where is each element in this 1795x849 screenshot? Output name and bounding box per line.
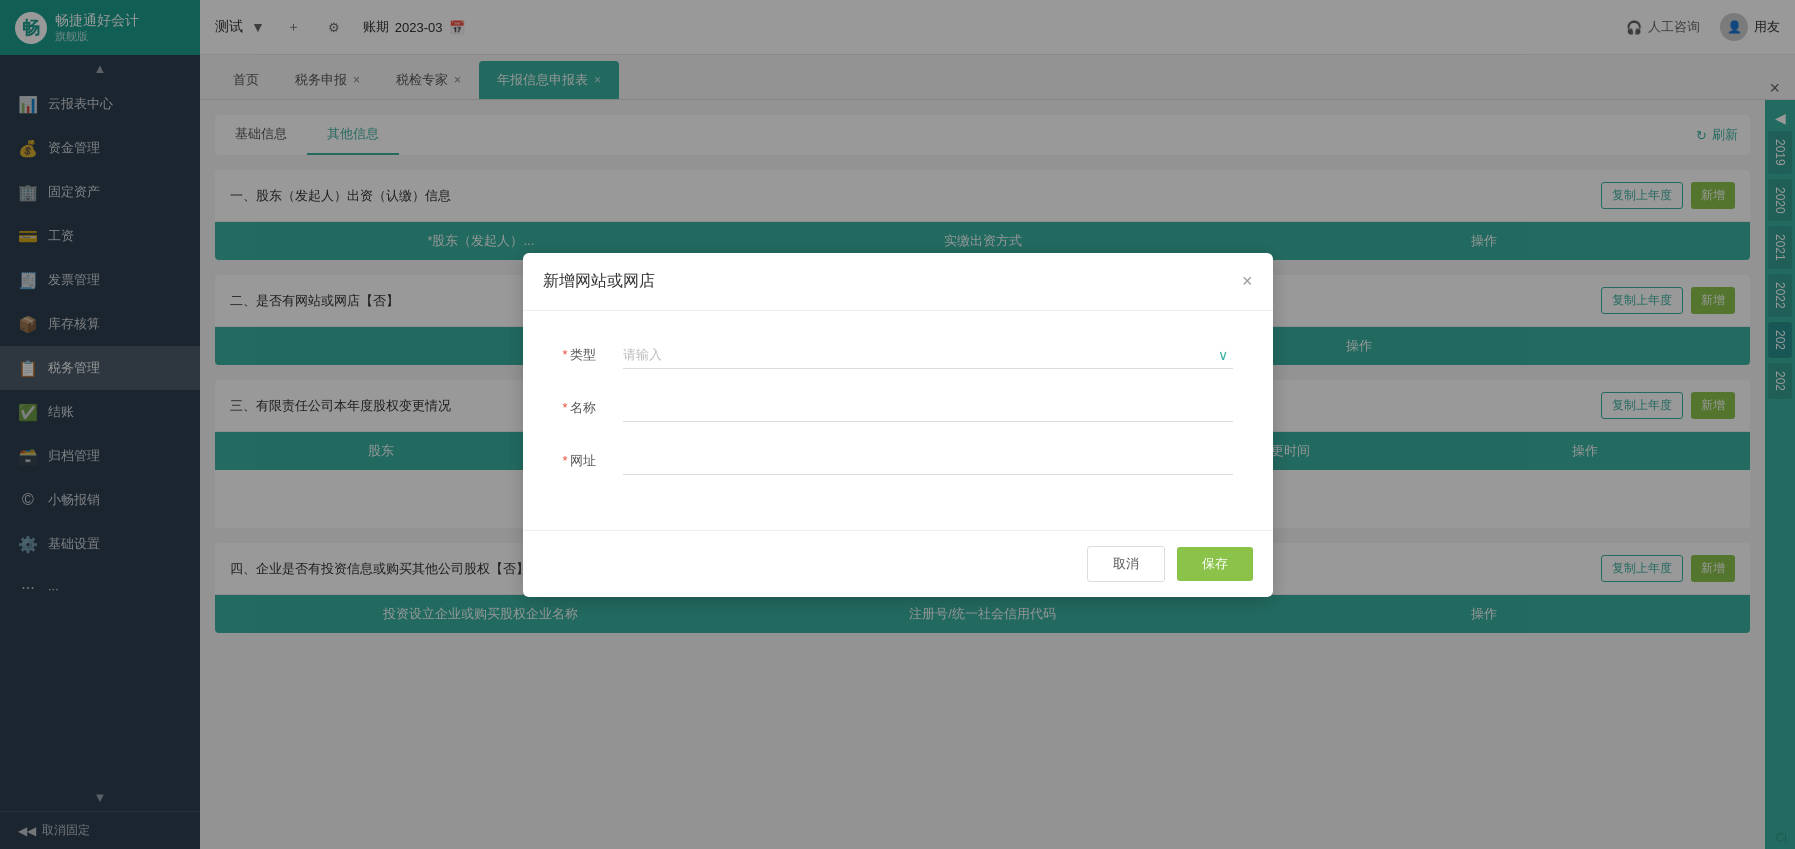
type-dropdown-icon[interactable]: ∨ (1218, 347, 1228, 363)
dialog-body: *类型 ∨ *名称 *网址 (523, 311, 1273, 530)
type-input[interactable] (623, 341, 1233, 369)
label-url: *网址 (563, 452, 623, 470)
label-type: *类型 (563, 346, 623, 364)
input-wrap-url (623, 447, 1233, 475)
dialog-title: 新增网站或网店 (543, 271, 655, 292)
dialog-close-button[interactable]: × (1242, 271, 1253, 292)
save-button[interactable]: 保存 (1177, 547, 1253, 581)
dialog-header: 新增网站或网店 × (523, 253, 1273, 311)
add-website-dialog: 新增网站或网店 × *类型 ∨ *名称 (523, 253, 1273, 597)
cancel-button[interactable]: 取消 (1087, 546, 1165, 582)
field-url: *网址 (563, 447, 1233, 475)
input-wrap-name (623, 394, 1233, 422)
dialog-overlay: 新增网站或网店 × *类型 ∨ *名称 (0, 0, 1795, 849)
field-type: *类型 ∨ (563, 341, 1233, 369)
field-name: *名称 (563, 394, 1233, 422)
name-input[interactable] (623, 394, 1233, 422)
url-input[interactable] (623, 447, 1233, 475)
required-mark-name: * (563, 400, 568, 415)
label-name: *名称 (563, 399, 623, 417)
dialog-footer: 取消 保存 (523, 530, 1273, 597)
required-mark-url: * (563, 453, 568, 468)
input-wrap-type: ∨ (623, 341, 1233, 369)
required-mark-type: * (563, 347, 568, 362)
